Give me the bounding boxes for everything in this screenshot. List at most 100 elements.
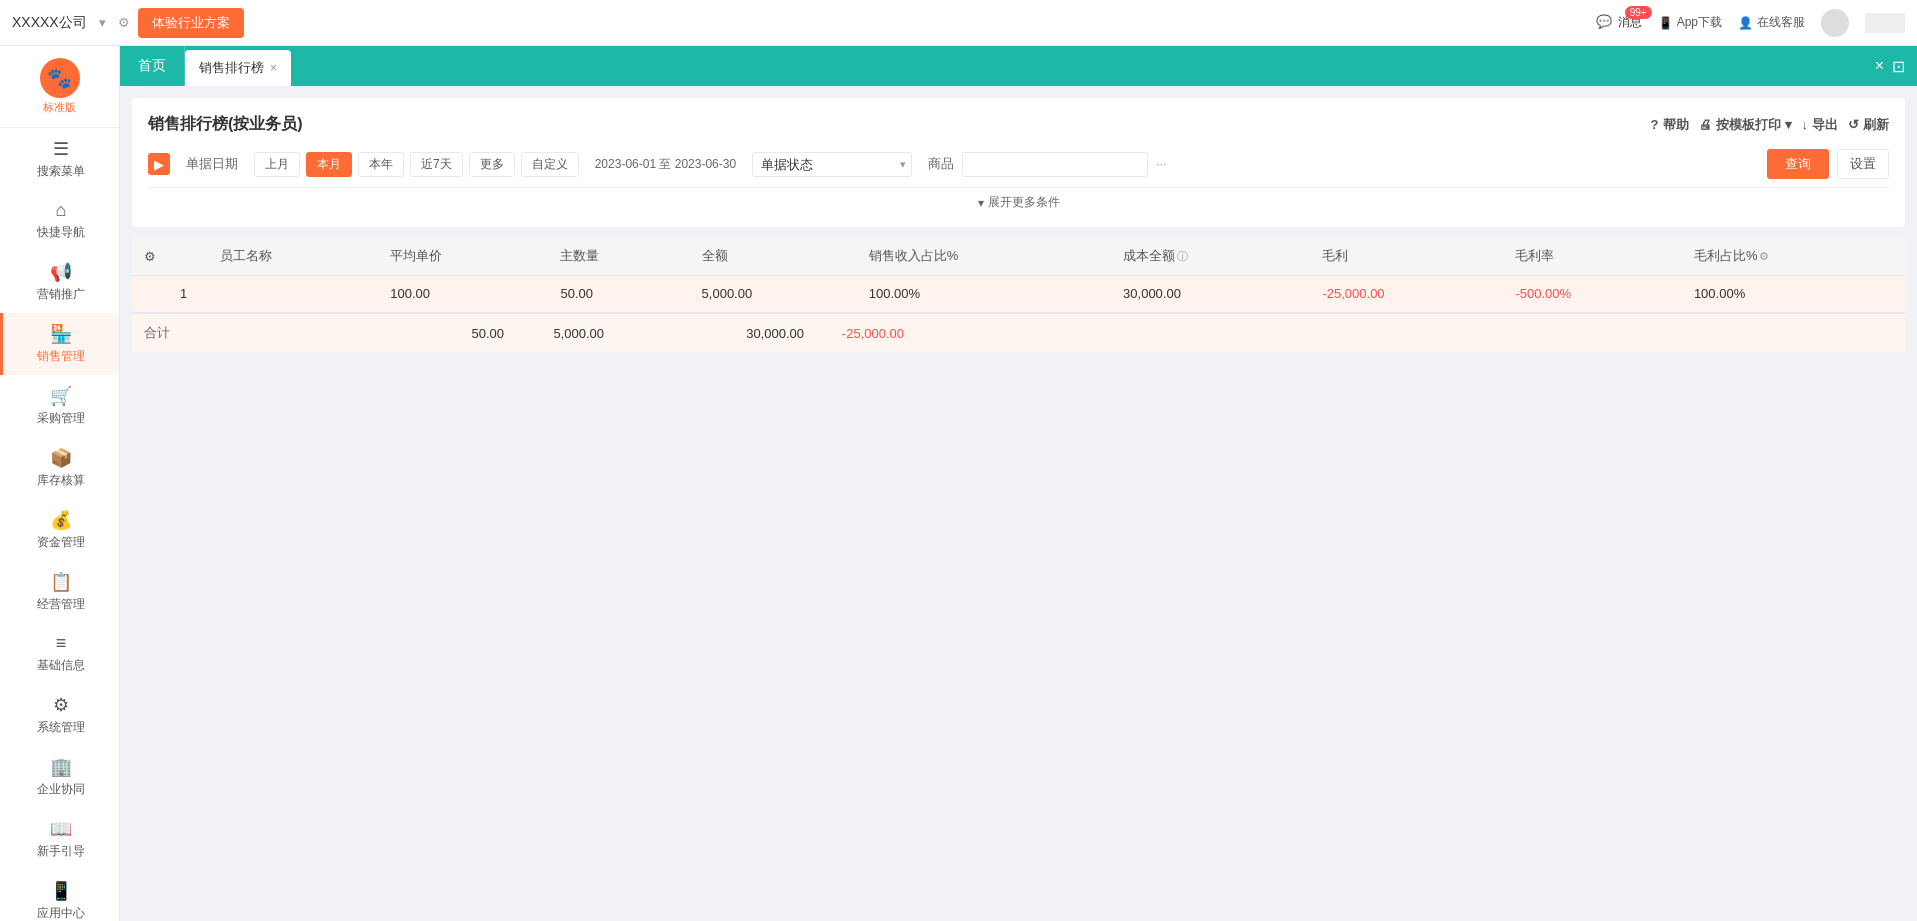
tab-bar: 首页 销售排行榜 × × ⊡ — [120, 46, 1917, 86]
status-filter: 单据状态 — [752, 152, 912, 177]
message-badge[interactable]: 💬 99+ 消息 — [1596, 14, 1642, 31]
footer-qty: 50.00 — [424, 326, 504, 341]
page-title: 销售排行榜(按业务员) — [148, 114, 303, 135]
date-btn-thisyear[interactable]: 本年 — [358, 152, 404, 177]
filter-toggle-btn[interactable]: ▶ — [148, 153, 170, 175]
tab-minimize-icon[interactable]: × — [1875, 57, 1884, 75]
cell-rank: 1 — [168, 276, 208, 312]
th-rank — [168, 237, 208, 276]
guide-icon: 📖 — [50, 818, 72, 840]
sidebar-item-system[interactable]: ⚙ 系统管理 — [0, 684, 119, 746]
top-bar-left: XXXXX公司 ▾ ⚙ 体验行业方案 — [12, 8, 1596, 38]
app-download[interactable]: 📱 App下载 — [1658, 14, 1722, 31]
sidebar-item-search[interactable]: ☰ 搜索菜单 — [0, 128, 119, 190]
sidebar-label-finance: 资金管理 — [37, 534, 85, 551]
more-filters-icon[interactable]: ··· — [1156, 157, 1166, 171]
date-btn-more[interactable]: 更多 — [469, 152, 515, 177]
date-btn-7days[interactable]: 近7天 — [410, 152, 463, 177]
sidebar-item-apps[interactable]: 📱 应用中心 — [0, 870, 119, 921]
sidebar-label-apps: 应用中心 — [37, 905, 85, 921]
refresh-btn[interactable]: ↺ 刷新 — [1848, 116, 1889, 134]
sidebar-item-enterprise[interactable]: 🏢 企业协同 — [0, 746, 119, 808]
th-settings[interactable]: ⚙ — [132, 237, 168, 276]
goods-label: 商品 — [928, 155, 954, 173]
export-btn[interactable]: ↓ 导出 — [1802, 116, 1839, 134]
tab-close-icon[interactable]: × — [270, 61, 277, 75]
cell-cost: 30,000.00 — [1111, 276, 1310, 312]
sidebar: 🐾 标准版 ☰ 搜索菜单 ⌂ 快捷导航 📢 营销推广 🏪 销售管理 🛒 采 — [0, 46, 120, 921]
table-card: ⚙ 员工名称 平均单价 主数量 全额 销售收入占比% 成本全额ⓘ 毛利 — [132, 237, 1905, 352]
expand-row[interactable]: ▾ 展开更多条件 — [148, 187, 1889, 211]
message-count: 99+ — [1625, 6, 1652, 19]
table-footer: 合计 50.00 5,000.00 30,000.00 -25,000.00 — [132, 312, 1905, 352]
sidebar-item-purchase[interactable]: 🛒 采购管理 — [0, 375, 119, 437]
th-gross-rate: 毛利率 — [1503, 237, 1681, 276]
marketing-icon: 📢 — [50, 261, 72, 283]
sidebar-item-inventory[interactable]: 📦 库存核算 — [0, 437, 119, 499]
operations-icon: 📋 — [50, 571, 72, 593]
query-button[interactable]: 查询 — [1767, 149, 1829, 179]
page-title-row: 销售排行榜(按业务员) ? 帮助 🖨 按模板打印 ▾ — [148, 114, 1889, 135]
print-icon: 🖨 — [1699, 117, 1712, 132]
sidebar-item-guide[interactable]: 📖 新手引导 — [0, 808, 119, 870]
sidebar-label-search: 搜索菜单 — [37, 163, 85, 180]
sidebar-item-shortcut[interactable]: ⌂ 快捷导航 — [0, 190, 119, 251]
topbar-settings-icon[interactable]: ⚙ — [118, 15, 130, 30]
cell-settings — [132, 276, 168, 312]
footer-gross: -25,000.00 — [824, 326, 904, 341]
sidebar-label-operations: 经营管理 — [37, 596, 85, 613]
tab-sales-ranking[interactable]: 销售排行榜 × — [185, 50, 291, 86]
sidebar-label-inventory: 库存核算 — [37, 472, 85, 489]
search-menu-icon: ☰ — [53, 138, 69, 160]
sidebar-item-operations[interactable]: 📋 经营管理 — [0, 561, 119, 623]
sidebar-item-finance[interactable]: 💰 资金管理 — [0, 499, 119, 561]
sidebar-label-marketing: 营销推广 — [37, 286, 85, 303]
shortcut-icon: ⌂ — [56, 200, 67, 221]
cell-name — [208, 276, 378, 312]
company-dropdown-icon[interactable]: ▾ — [99, 15, 106, 30]
sidebar-item-marketing[interactable]: 📢 营销推广 — [0, 251, 119, 313]
purchase-icon: 🛒 — [50, 385, 72, 407]
print-dropdown-icon[interactable]: ▾ — [1785, 117, 1792, 132]
help-link[interactable]: ? 帮助 — [1651, 116, 1689, 134]
date-label: 单据日期 — [186, 155, 238, 173]
status-select[interactable]: 单据状态 — [752, 152, 912, 177]
goods-input[interactable] — [962, 152, 1148, 177]
cell-gross-pct: 100.00% — [1682, 276, 1905, 312]
sidebar-label-guide: 新手引导 — [37, 843, 85, 860]
cell-sales-pct: 100.00% — [857, 276, 1111, 312]
enterprise-icon: 🏢 — [50, 756, 72, 778]
user-avatar[interactable] — [1821, 9, 1849, 37]
content-area: 首页 销售排行榜 × × ⊡ 销售排行榜(按业务员) — [120, 46, 1917, 921]
date-btn-thismonth[interactable]: 本月 — [306, 152, 352, 177]
cell-gross: -25,000.00 — [1310, 276, 1503, 312]
sidebar-logo: 🐾 标准版 — [0, 46, 119, 128]
apps-icon: 📱 — [50, 880, 72, 902]
sidebar-item-sales[interactable]: 🏪 销售管理 — [0, 313, 119, 375]
goods-filter: 商品 ··· — [928, 152, 1166, 177]
refresh-icon: ↺ — [1848, 117, 1859, 132]
gross-pct-icon[interactable]: ⚙ — [1759, 250, 1769, 262]
tab-home[interactable]: 首页 — [120, 46, 185, 86]
date-btn-lastmonth[interactable]: 上月 — [254, 152, 300, 177]
th-name: 员工名称 — [208, 237, 378, 276]
date-btn-custom[interactable]: 自定义 — [521, 152, 579, 177]
trial-button[interactable]: 体验行业方案 — [138, 8, 244, 38]
sidebar-label-system: 系统管理 — [37, 719, 85, 736]
print-btn[interactable]: 🖨 按模板打印 ▾ — [1699, 116, 1792, 134]
sidebar-item-basic[interactable]: ≡ 基础信息 — [0, 623, 119, 684]
logo-text: 标准版 — [43, 100, 76, 115]
service-icon: 👤 — [1738, 16, 1753, 30]
sidebar-label-purchase: 采购管理 — [37, 410, 85, 427]
cell-avg-price: 100.00 — [378, 276, 548, 312]
th-gross-pct: 毛利占比%⚙ — [1682, 237, 1905, 276]
basic-icon: ≡ — [56, 633, 67, 654]
online-service[interactable]: 👤 在线客服 — [1738, 14, 1805, 31]
page-title-actions: ? 帮助 🖨 按模板打印 ▾ ↓ 导出 — [1651, 116, 1889, 134]
cell-amount: 5,000.00 — [690, 276, 857, 312]
tab-maximize-icon[interactable]: ⊡ — [1892, 57, 1905, 76]
cost-info-icon[interactable]: ⓘ — [1177, 250, 1188, 262]
company-name: XXXXX公司 — [12, 14, 87, 32]
app-icon: 📱 — [1658, 16, 1673, 30]
settings-button[interactable]: 设置 — [1837, 149, 1889, 179]
